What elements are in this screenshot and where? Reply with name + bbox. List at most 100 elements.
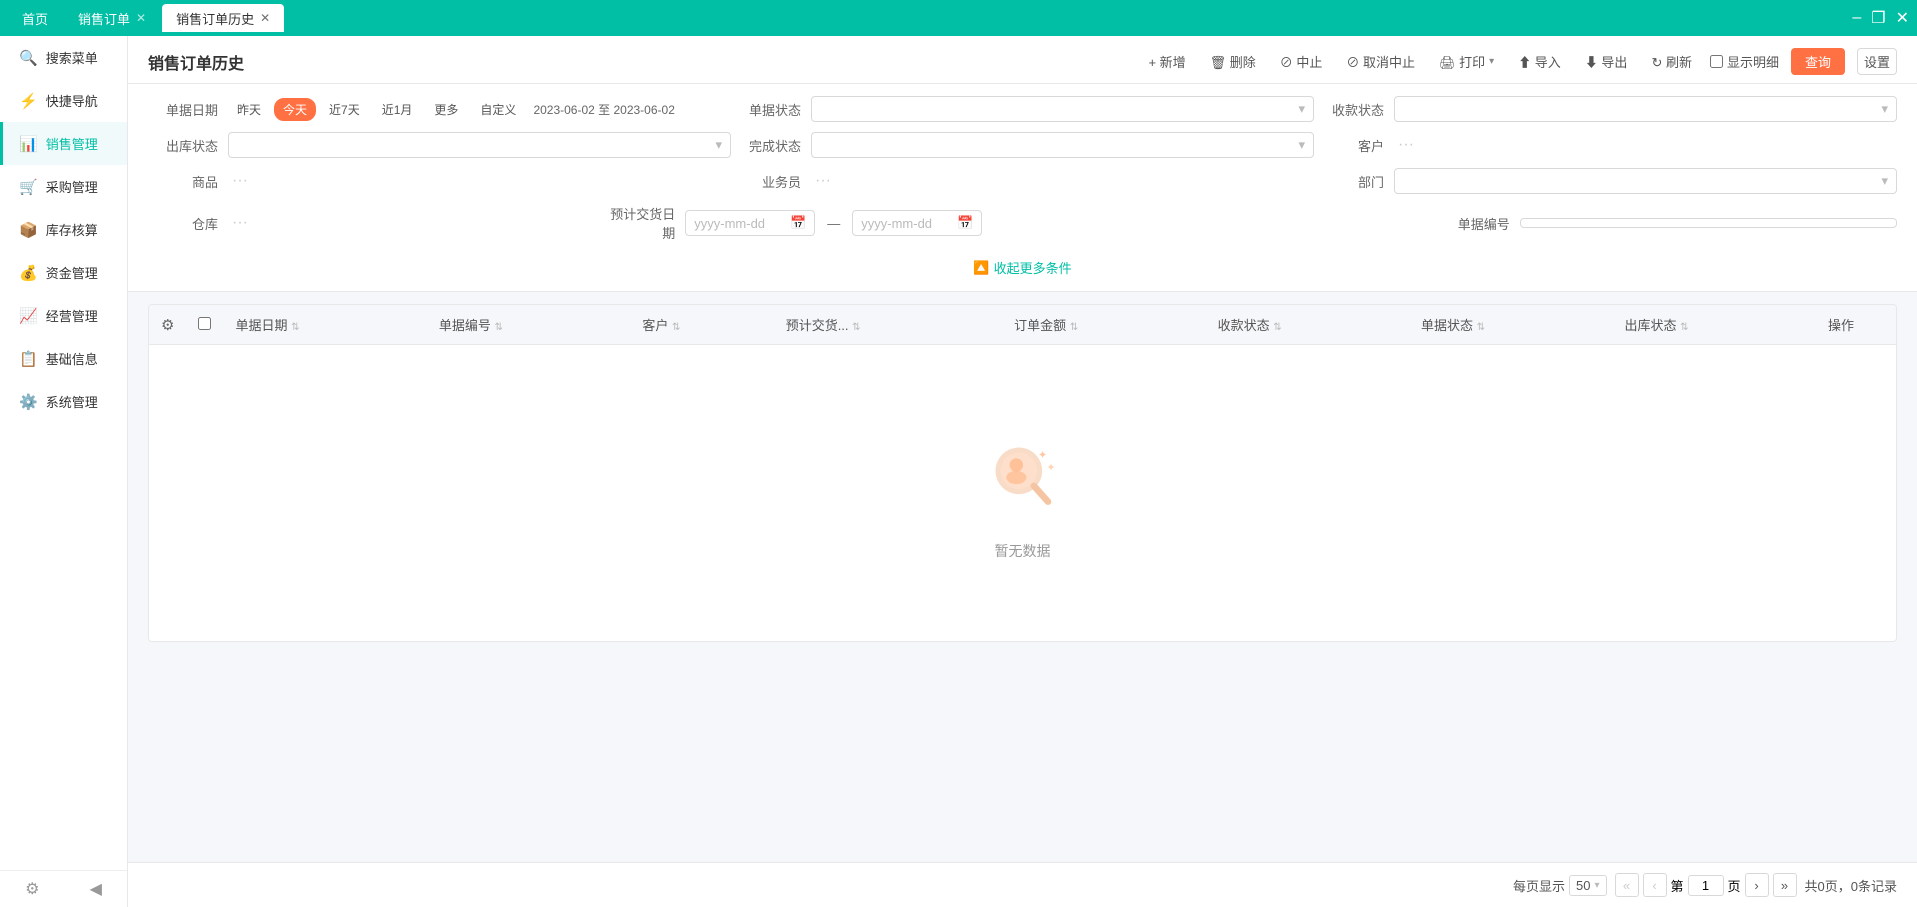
sidebar-settings-icon[interactable]: ⚙ [25,879,39,899]
warehouse-dots-button[interactable]: ··· [232,214,248,232]
toolbar: + 新增 🗑 删除 ⊘ 中止 ⊘ 取消中止 🖨 打印 ▾ ⬆ 导入 [1142,48,1897,75]
date-btn-more[interactable]: 更多 [425,98,467,121]
per-page-label: 每页显示 [1513,876,1565,895]
query-button-label: 查询 [1805,52,1831,71]
main-layout: 🔍 搜索菜单 ⚡ 快捷导航 📊 销售管理 🛒 采购管理 📦 库存核算 💰 资金管… [0,36,1917,907]
th-amount[interactable]: 订单金额 ⇅ [1002,305,1205,345]
sidebar-item-system-mgmt[interactable]: ⚙️ 系统管理 [0,380,127,423]
sidebar-item-purchase-mgmt[interactable]: 🛒 采购管理 [0,165,127,208]
sidebar-item-finance-mgmt[interactable]: 💰 资金管理 [0,251,127,294]
sidebar-item-operations-mgmt[interactable]: 📈 经营管理 [0,294,127,337]
calendar-start-icon[interactable]: 📅 [790,215,806,231]
delete-button[interactable]: 🗑 删除 [1204,49,1262,74]
filter-row-2: 出库状态 ▾ 完成状态 ▾ 客户 ··· [148,132,1897,158]
tab-home[interactable]: 首页 [8,4,62,32]
show-detail-toggle[interactable]: 显示明细 [1710,52,1779,71]
sidebar-item-search-menu[interactable]: 🔍 搜索菜单 [0,36,127,79]
tab-sales-order[interactable]: 销售订单 ✕ [64,4,160,32]
order-status-select[interactable]: ▾ [811,96,1314,122]
minimize-icon[interactable]: – [1852,9,1861,27]
cancel-stop-button[interactable]: ⊘ 取消中止 [1340,49,1421,74]
last-page-button[interactable]: » [1773,873,1797,897]
payment-status-select[interactable]: ▾ [1394,96,1897,122]
th-outbound-status[interactable]: 出库状态 ⇅ [1612,305,1816,345]
salesperson-dots-button[interactable]: ··· [815,172,831,190]
table-body: ✦ ✦ 暂无数据 [149,345,1896,642]
show-detail-label: 显示明细 [1727,52,1779,71]
tab-sales-order-history-close[interactable]: ✕ [260,11,270,25]
export-button[interactable]: ⬇ 导出 [1579,49,1634,74]
restore-icon[interactable]: ❐ [1871,8,1885,28]
payment-status-dropdown-icon: ▾ [1881,101,1888,117]
date-btn-today[interactable]: 今天 [274,98,316,121]
query-button[interactable]: 查询 [1791,48,1845,75]
svg-text:✦: ✦ [1038,449,1047,461]
sidebar-item-sales-mgmt[interactable]: 📊 销售管理 [0,122,127,165]
sidebar-item-basic-info-label: 基础信息 [46,349,98,368]
outbound-status-dropdown-icon: ▾ [715,137,722,153]
order-no-input[interactable] [1520,218,1897,228]
date-btn-1month[interactable]: 近1月 [373,98,422,121]
order-status-dropdown-icon: ▾ [1298,101,1305,117]
th-delivery-date[interactable]: 预计交货... ⇅ [774,305,1002,345]
th-customer[interactable]: 客户 ⇅ [630,305,773,345]
complete-status-select[interactable]: ▾ [811,132,1314,158]
th-outbound-status-label: 出库状态 [1624,318,1676,333]
print-button-label: 🖨 打印 [1439,52,1485,71]
inventory-calc-icon: 📦 [19,221,38,239]
collapse-button[interactable]: 🔼 收起更多条件 [973,258,1071,277]
new-button[interactable]: + 新增 [1142,49,1191,74]
th-date[interactable]: 单据日期 ⇅ [223,305,426,345]
window-controls: – ❐ ✕ [1852,8,1909,28]
date-btn-custom[interactable]: 自定义 [471,98,525,121]
print-dropdown-icon[interactable]: ▾ [1489,56,1494,67]
customer-sort-icon: ⇅ [672,322,680,333]
print-button[interactable]: 🖨 打印 ▾ [1433,49,1500,74]
collapse-row: 🔼 收起更多条件 [148,252,1897,279]
payment-status-control: ▾ [1394,96,1897,122]
next-page-button[interactable]: › [1745,873,1769,897]
page-number-input[interactable] [1688,875,1724,896]
sidebar-collapse-icon[interactable]: ◀ [90,879,102,899]
sidebar-item-basic-info[interactable]: 📋 基础信息 [0,337,127,380]
per-page-value: 50 [1576,878,1590,893]
refresh-button[interactable]: ↻ 刷新 [1645,49,1698,74]
th-order-status[interactable]: 单据状态 ⇅ [1409,305,1612,345]
delivery-date-sort-icon: ⇅ [852,322,860,333]
stop-button-label: ⊘ 中止 [1280,52,1323,71]
delivery-date-end-input[interactable]: yyyy-mm-dd 📅 [852,210,982,236]
cancel-stop-button-label: ⊘ 取消中止 [1346,52,1415,71]
import-button[interactable]: ⬆ 导入 [1512,49,1567,74]
product-dots-button[interactable]: ··· [232,172,248,190]
th-payment-status[interactable]: 收款状态 ⇅ [1206,305,1409,345]
sidebar-item-quick-nav[interactable]: ⚡ 快捷导航 [0,79,127,122]
calendar-end-icon[interactable]: 📅 [957,215,973,231]
purchase-mgmt-icon: 🛒 [19,178,38,196]
outbound-status-select[interactable]: ▾ [228,132,731,158]
show-detail-checkbox[interactable] [1710,55,1723,68]
prev-page-button[interactable]: ‹ [1643,873,1667,897]
sidebar-item-inventory-calc[interactable]: 📦 库存核算 [0,208,127,251]
amount-sort-icon: ⇅ [1070,322,1078,333]
basic-info-icon: 📋 [19,350,38,368]
date-btn-7days[interactable]: 近7天 [320,98,369,121]
settings-button[interactable]: 设置 [1857,48,1897,75]
first-page-icon: « [1623,878,1630,893]
customer-dots-button[interactable]: ··· [1398,136,1414,154]
close-icon[interactable]: ✕ [1896,8,1909,28]
delivery-date-start-input[interactable]: yyyy-mm-dd 📅 [685,210,815,236]
department-select[interactable]: ▾ [1394,168,1897,194]
empty-illustration: ✦ ✦ [973,425,1073,525]
stop-button[interactable]: ⊘ 中止 [1274,49,1329,74]
table-settings-icon[interactable]: ⚙ [161,317,174,334]
empty-cell: ✦ ✦ 暂无数据 [149,345,1896,642]
tab-sales-order-history[interactable]: 销售订单历史 ✕ [162,4,284,32]
page-size-dropdown[interactable]: 50 ▾ [1569,875,1607,896]
date-btn-yesterday[interactable]: 昨天 [228,98,270,121]
warehouse-label: 仓库 [148,214,228,233]
select-all-checkbox[interactable] [198,317,211,330]
complete-status-control: ▾ [811,132,1314,158]
tab-sales-order-close[interactable]: ✕ [136,11,146,25]
th-order-no[interactable]: 单据编号 ⇅ [427,305,630,345]
first-page-button[interactable]: « [1615,873,1639,897]
